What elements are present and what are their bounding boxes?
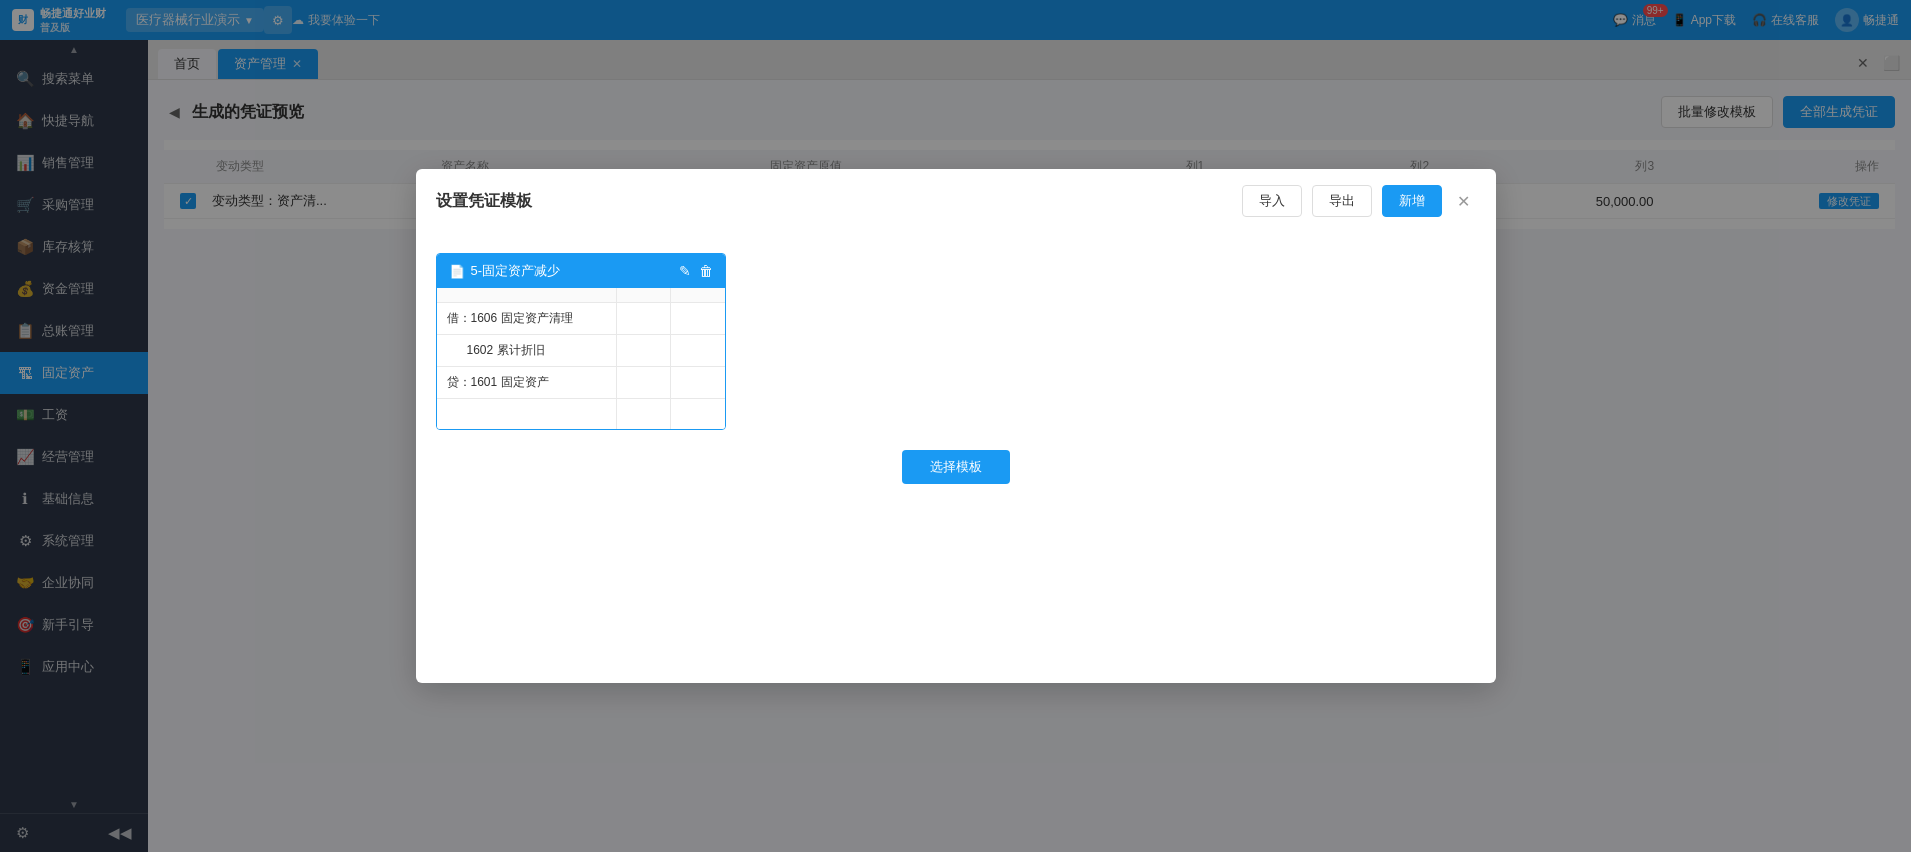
template-col-debit <box>617 288 671 302</box>
select-template-container: 选择模板 <box>436 450 1476 484</box>
dialog-body: 📄 5-固定资产减少 ✎ 🗑 <box>416 233 1496 683</box>
template-entry-1-credit <box>671 303 725 334</box>
dialog-title: 设置凭证模板 <box>436 191 532 212</box>
template-empty-debit <box>617 399 671 429</box>
template-title: 5-固定资产减少 <box>471 262 561 280</box>
template-entry-3: 贷：1601 固定资产 <box>437 367 725 399</box>
template-card: 📄 5-固定资产减少 ✎ 🗑 <box>436 253 726 430</box>
template-entry-3-debit <box>617 367 671 398</box>
import-btn[interactable]: 导入 <box>1242 185 1302 217</box>
template-entry-2: 1602 累计折旧 <box>437 335 725 367</box>
template-entry-1-debit <box>617 303 671 334</box>
template-entry-2-credit <box>671 335 725 366</box>
dialog-set-template: 设置凭证模板 导入 导出 新增 ✕ 📄 5-固定资产减少 <box>416 169 1496 683</box>
template-card-header-left: 📄 5-固定资产减少 <box>449 262 561 280</box>
template-entry-2-debit <box>617 335 671 366</box>
template-entry-2-account: 1602 累计折旧 <box>437 335 617 366</box>
close-icon: ✕ <box>1457 192 1470 211</box>
template-header-row <box>437 288 725 303</box>
template-delete-icon[interactable]: 🗑 <box>699 263 713 279</box>
template-entry-3-account: 贷：1601 固定资产 <box>437 367 617 398</box>
dialog-header: 设置凭证模板 导入 导出 新增 ✕ <box>416 169 1496 233</box>
template-entry-empty <box>437 399 725 429</box>
export-btn[interactable]: 导出 <box>1312 185 1372 217</box>
template-card-actions: ✎ 🗑 <box>679 263 713 279</box>
dialog-header-actions: 导入 导出 新增 ✕ <box>1242 185 1476 217</box>
template-edit-icon[interactable]: ✎ <box>679 263 691 279</box>
template-card-body: 借：1606 固定资产清理 1602 累计折旧 贷：1601 固定资产 <box>437 288 725 429</box>
template-card-header: 📄 5-固定资产减少 ✎ 🗑 <box>437 254 725 288</box>
new-btn[interactable]: 新增 <box>1382 185 1442 217</box>
dialog-overlay: 设置凭证模板 导入 导出 新增 ✕ 📄 5-固定资产减少 <box>0 0 1911 852</box>
template-empty-credit <box>671 399 725 429</box>
template-doc-icon: 📄 <box>449 264 465 279</box>
template-col-account <box>437 288 617 302</box>
template-entry-1: 借：1606 固定资产清理 <box>437 303 725 335</box>
dialog-close-btn[interactable]: ✕ <box>1452 189 1476 213</box>
select-template-btn[interactable]: 选择模板 <box>902 450 1010 484</box>
template-col-credit <box>671 288 725 302</box>
template-empty-account <box>437 399 617 429</box>
template-entry-3-credit <box>671 367 725 398</box>
template-entry-1-account: 借：1606 固定资产清理 <box>437 303 617 334</box>
